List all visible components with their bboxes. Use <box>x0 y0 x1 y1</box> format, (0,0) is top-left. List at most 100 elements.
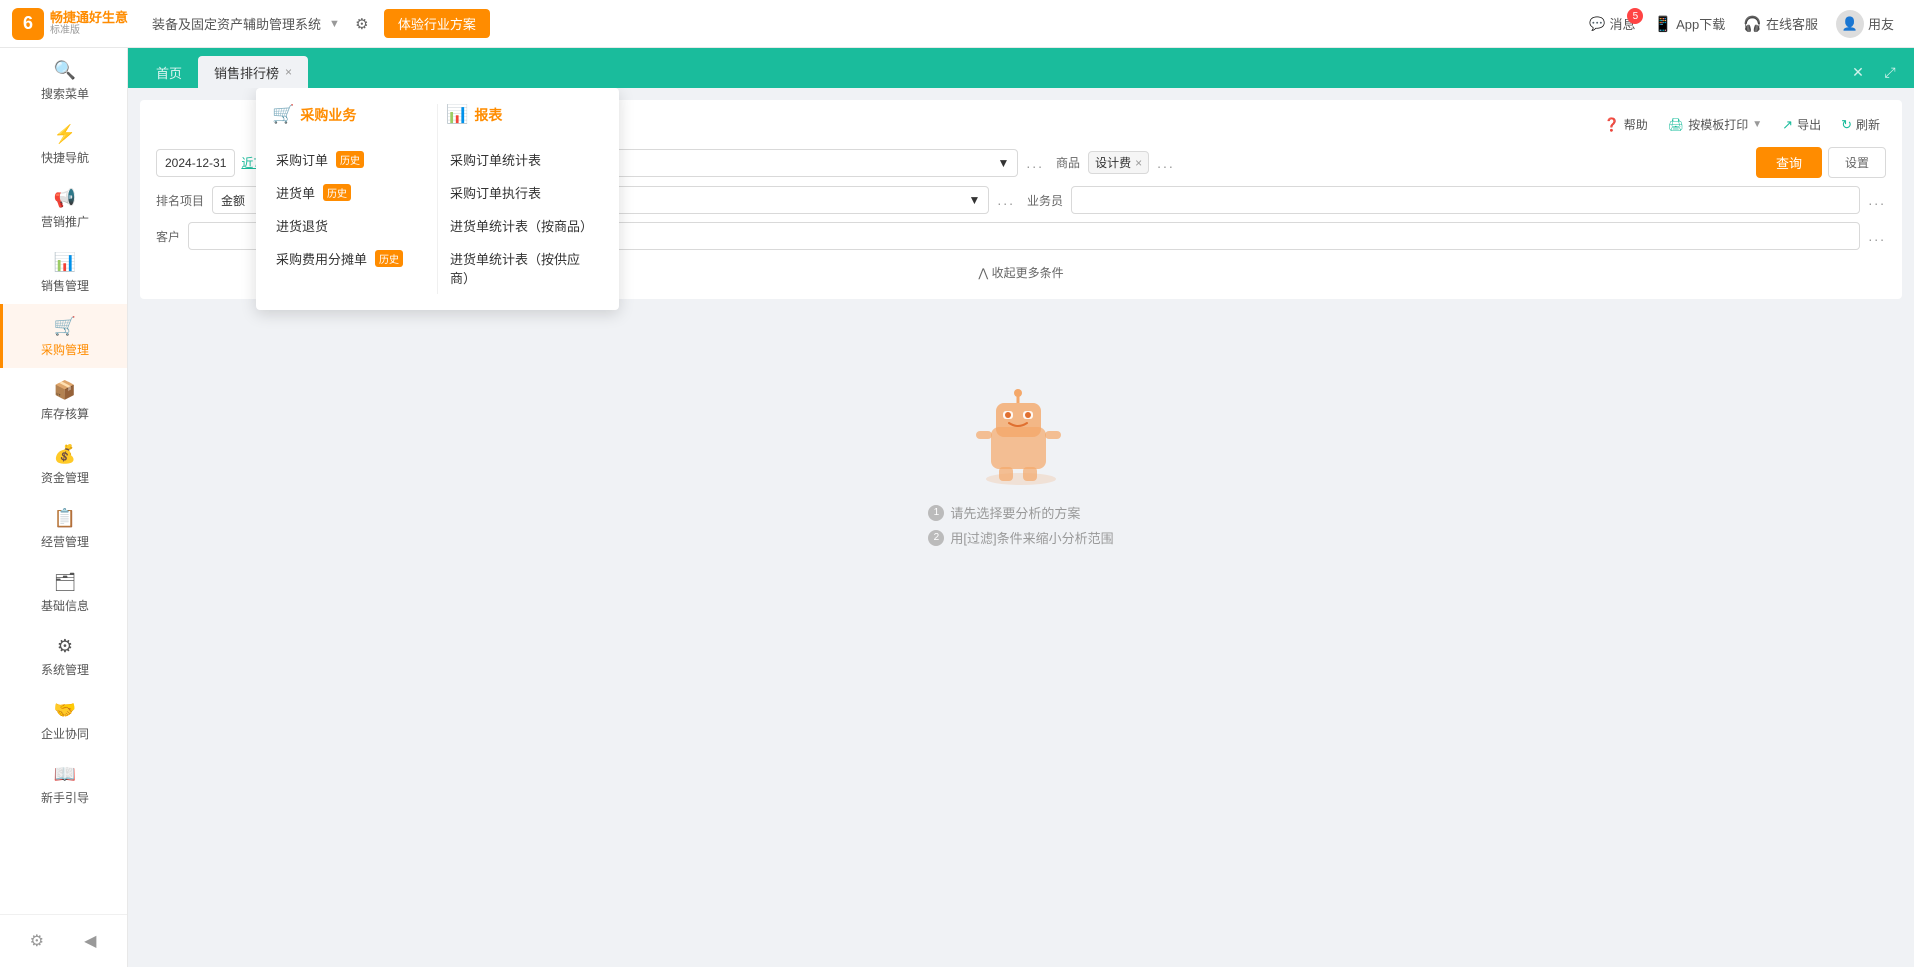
sidebar-label-operations: 经营管理 <box>41 533 89 550</box>
menu-item-return[interactable]: 进货退货 <box>272 209 429 242</box>
export-btn[interactable]: ↗ 导出 <box>1776 112 1827 137</box>
tab-close-icon[interactable]: × <box>285 65 292 79</box>
sidebar-item-guide[interactable]: 📖 新手引导 <box>0 752 127 816</box>
message-badge: 5 <box>1627 8 1643 24</box>
user-area[interactable]: 👤 用友 <box>1836 10 1894 38</box>
help-label: 帮助 <box>1624 116 1648 133</box>
sidebar-label-finance: 资金管理 <box>41 469 89 486</box>
empty-illustration <box>961 387 1081 487</box>
collapse-up-icon: ⋀ <box>978 266 991 280</box>
print-dropdown-icon[interactable]: ▼ <box>1752 119 1762 130</box>
help-icon: ❓ <box>1604 117 1620 133</box>
tab-close-btn[interactable]: ✕ <box>1846 60 1870 84</box>
report-section-label: 报表 <box>474 105 502 125</box>
salesperson-dots[interactable]: ... <box>1868 192 1886 208</box>
date-range-picker[interactable]: 2024-12-31 <box>156 149 235 177</box>
status-dropdown-icon: ▼ <box>997 156 1009 170</box>
sidebar-item-purchase[interactable]: 🛒 采购管理 <box>0 304 127 368</box>
message-btn[interactable]: 💬 5 消息 <box>1589 14 1635 33</box>
sidebar-item-quick-nav[interactable]: ⚡ 快捷导航 <box>0 112 127 176</box>
app-download-btn[interactable]: 📱 App下载 <box>1653 14 1725 33</box>
avatar: 👤 <box>1836 10 1864 38</box>
export-label: 导出 <box>1797 116 1821 133</box>
goods-dots[interactable]: ... <box>1157 155 1175 171</box>
salesperson-select[interactable] <box>1071 186 1860 214</box>
sales-icon: 📊 <box>54 252 76 273</box>
sidebar-item-sales[interactable]: 📊 销售管理 <box>0 240 127 304</box>
sidebar-item-finance[interactable]: 💰 资金管理 <box>0 432 127 496</box>
tip-text-2: 用[过滤]条件来缩小分析范围 <box>950 528 1113 547</box>
tab-expand-btn[interactable]: ⤢ <box>1878 60 1902 84</box>
search-nav-icon: 🔍 <box>54 60 76 81</box>
system-dropdown-arrow[interactable]: ▼ <box>329 18 340 30</box>
sidebar-label-sales: 销售管理 <box>41 277 89 294</box>
expense-history: 历史 <box>375 250 403 267</box>
page-content: ❓ 帮助 🖨 按模板打印 ▼ ↗ 导出 ↻ 刷新 <box>128 88 1914 967</box>
finance-icon: 💰 <box>54 444 76 465</box>
tab-sales-rank-label: 销售排行榜 <box>214 63 279 82</box>
sidebar-item-basic[interactable]: 🗂 基础信息 <box>0 560 127 624</box>
menu-item-incoming-stats-goods[interactable]: 进货单统计表（按商品） <box>446 209 603 242</box>
sidebar-collapse-btn[interactable]: ◀ <box>74 925 106 957</box>
incoming-stats-supplier-label: 进货单统计表（按供应商） <box>450 249 599 287</box>
sidebar-item-search[interactable]: 🔍 搜索菜单 <box>0 48 127 112</box>
tip-text-1: 请先选择要分析的方案 <box>950 503 1080 522</box>
goods-tag-close[interactable]: × <box>1135 156 1142 170</box>
rank-dots[interactable]: ... <box>997 192 1015 208</box>
sidebar-label-search: 搜索菜单 <box>41 85 89 102</box>
menu-item-purchase-order[interactable]: 采购订单 历史 <box>272 143 429 176</box>
sidebar-item-collab[interactable]: 🤝 企业协同 <box>0 688 127 752</box>
rank-value: 金额 <box>221 192 245 209</box>
basic-icon: 🗂 <box>54 572 77 593</box>
guide-icon: 📖 <box>54 764 76 785</box>
headset-icon: 🎧 <box>1743 15 1762 33</box>
purchase-dropdown-menu: 🛒 采购业务 采购订单 历史 进货单 历史 进货退货 <box>256 88 619 310</box>
industry-btn[interactable]: 体验行业方案 <box>384 9 490 38</box>
help-btn[interactable]: ❓ 帮助 <box>1598 112 1654 137</box>
phone-icon: 📱 <box>1653 15 1672 33</box>
menu-item-order-exec[interactable]: 采购订单执行表 <box>446 176 603 209</box>
sidebar-bottom: ⚙ ◀ <box>0 914 127 967</box>
sidebar-label-guide: 新手引导 <box>41 789 89 806</box>
sidebar-label-basic: 基础信息 <box>41 597 89 614</box>
menu-item-order-stats[interactable]: 采购订单统计表 <box>446 143 603 176</box>
collab-icon: 🤝 <box>54 700 76 721</box>
report-section-title: 📊 报表 <box>446 104 603 131</box>
header-middle: 装备及固定资产辅助管理系统 ▼ ⚙ 体验行业方案 <box>140 9 1589 38</box>
purchase-section: 🛒 采购业务 采购订单 历史 进货单 历史 进货退货 <box>272 104 429 294</box>
tab-sales-rank[interactable]: 销售排行榜 × <box>198 56 308 88</box>
sidebar-item-operations[interactable]: 📋 经营管理 <box>0 496 127 560</box>
sidebar-item-system[interactable]: ⚙ 系统管理 <box>0 624 127 688</box>
sidebar-label-purchase: 采购管理 <box>41 341 89 358</box>
return-label: 进货退货 <box>276 216 328 235</box>
incoming-history: 历史 <box>323 184 351 201</box>
goods-group: 商品 设计费 × ... <box>1056 151 1744 174</box>
purchase-icon: 🛒 <box>54 316 76 337</box>
sidebar-label-collab: 企业协同 <box>41 725 89 742</box>
print-btn[interactable]: 🖨 按模板打印 ▼ <box>1662 112 1768 137</box>
customer-dots[interactable]: ... <box>1868 228 1886 244</box>
tab-home[interactable]: 首页 <box>140 56 198 88</box>
logo-icon: 6 <box>12 8 44 40</box>
sidebar-item-inventory[interactable]: 📦 库存核算 <box>0 368 127 432</box>
main-layout: 🔍 搜索菜单 ⚡ 快捷导航 📢 营销推广 📊 销售管理 🛒 采购管理 📦 库存核… <box>0 48 1914 967</box>
set-btn[interactable]: 设置 <box>1828 147 1886 178</box>
refresh-btn[interactable]: ↻ 刷新 <box>1835 112 1886 137</box>
status-dots[interactable]: ... <box>1026 155 1044 171</box>
query-btn[interactable]: 查询 <box>1756 147 1822 178</box>
quick-nav-icon: ⚡ <box>54 124 76 145</box>
menu-item-incoming[interactable]: 进货单 历史 <box>272 176 429 209</box>
content-area: 首页 销售排行榜 × ✕ ⤢ ❓ 帮助 <box>128 48 1914 967</box>
online-service-btn[interactable]: 🎧 在线客服 <box>1743 14 1818 33</box>
menu-item-incoming-stats-supplier[interactable]: 进货单统计表（按供应商） <box>446 242 603 294</box>
report-section: 📊 报表 采购订单统计表 采购订单执行表 进货单统计表（按商品） 进货单统计表（… <box>446 104 603 294</box>
message-icon: 💬 <box>1589 16 1605 32</box>
print-label: 按模板打印 <box>1688 116 1748 133</box>
settings-icon[interactable]: ⚙ <box>348 10 376 38</box>
sidebar-label-marketing: 营销推广 <box>41 213 89 230</box>
empty-tip-2: 2 用[过滤]条件来缩小分析范围 <box>928 528 1113 547</box>
sidebar-item-marketing[interactable]: 📢 营销推广 <box>0 176 127 240</box>
sidebar-settings-btn[interactable]: ⚙ <box>21 925 53 957</box>
refresh-icon: ↻ <box>1841 117 1852 133</box>
menu-item-expense[interactable]: 采购费用分摊单 历史 <box>272 242 429 275</box>
